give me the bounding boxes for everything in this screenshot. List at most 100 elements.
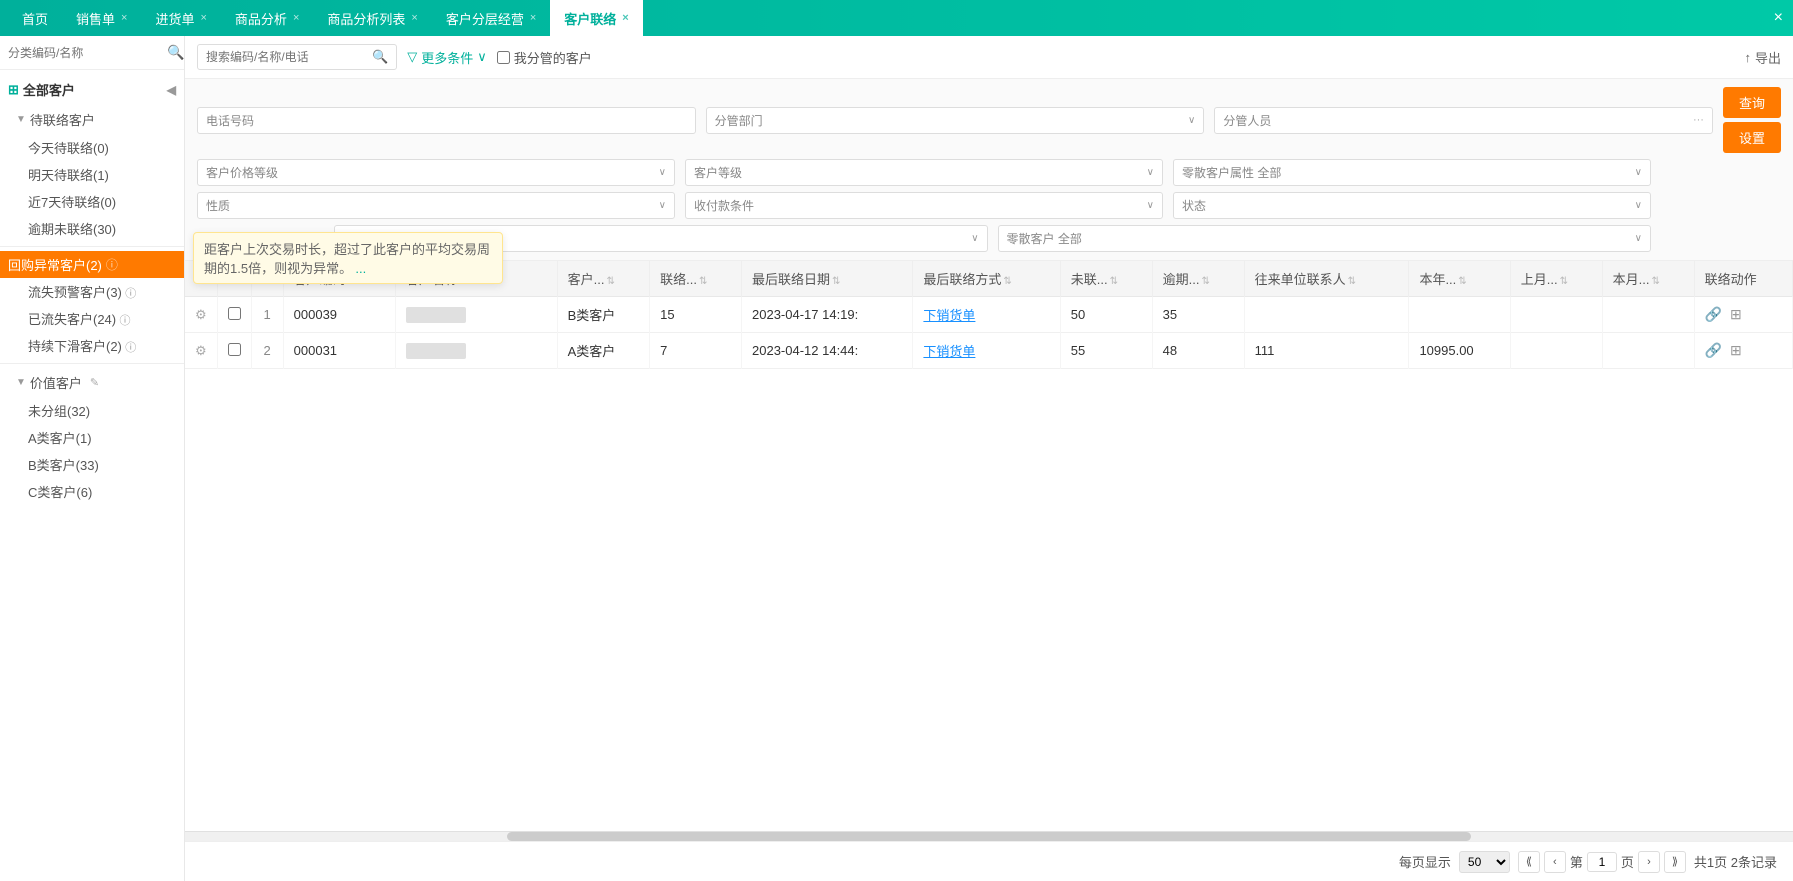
row-contact: 15 xyxy=(650,297,742,333)
set-button[interactable]: 设置 xyxy=(1723,122,1781,153)
sidebar-tree: ⊞ 全部客户 ◀ ▼ 待联络客户 今天待联络(0) 明天待联络(1) 近7天待联… xyxy=(0,70,184,881)
nav-home[interactable]: 首页 xyxy=(8,0,62,36)
sidebar-item-classB[interactable]: B类客户(33) xyxy=(0,451,184,478)
nav-customer-contact[interactable]: 客户联络 × xyxy=(550,0,642,36)
tooltip-more[interactable]: ... xyxy=(355,261,366,276)
row-select-checkbox[interactable] xyxy=(228,343,241,356)
filter-row-2: 客户价格等级 ∨ 客户等级 ∨ 零散客户属性 全部 ∨ xyxy=(197,159,1781,186)
sidebar-group-pending[interactable]: ▼ 待联络客户 xyxy=(0,105,184,134)
chevron-down-icon: ∨ xyxy=(477,49,487,65)
nature-filter[interactable]: 性质 ∨ xyxy=(197,192,675,219)
last-month-column[interactable]: 上月...⇅ xyxy=(1510,261,1602,297)
retail-customer-filter[interactable]: 零散客户 全部 ∨ xyxy=(998,225,1651,252)
last-page-btn[interactable]: ⟫ xyxy=(1664,851,1686,873)
dept-filter[interactable]: 分管部门 ∨ xyxy=(706,107,1205,134)
row-select-checkbox[interactable] xyxy=(228,307,241,320)
sidebar-item-ungrouped[interactable]: 未分组(32) xyxy=(0,397,184,424)
more-conditions-btn[interactable]: ▽ 更多条件 ∨ xyxy=(407,48,487,67)
row-last-method[interactable]: 下销货单 xyxy=(913,297,1060,333)
close-sales-tab[interactable]: × xyxy=(121,12,127,24)
phone-filter[interactable]: 电话号码 xyxy=(197,107,696,134)
horizontal-scrollbar[interactable] xyxy=(185,831,1793,841)
sidebar-item-classA[interactable]: A类客户(1) xyxy=(0,424,184,451)
nav-sales[interactable]: 销售单 × xyxy=(62,0,141,36)
last-month-sort-icon: ⇅ xyxy=(1560,276,1568,287)
close-analysis-tab[interactable]: × xyxy=(293,12,299,24)
customer-level-filter[interactable]: 客户等级 ∨ xyxy=(685,159,1163,186)
person-filter[interactable]: 分管人员 ··· xyxy=(1214,107,1713,134)
info-icon3: ⓘ xyxy=(119,315,130,327)
close-contact-tab[interactable]: × xyxy=(622,12,628,24)
row-checkbox[interactable] xyxy=(217,297,251,333)
type-column[interactable]: 客户...⇅ xyxy=(557,261,649,297)
my-customers-check[interactable] xyxy=(497,51,510,64)
sidebar-item-tomorrow[interactable]: 明天待联络(1) xyxy=(0,161,184,188)
row-contacts xyxy=(1244,297,1409,333)
row-type: B类客户 xyxy=(557,297,649,333)
sidebar-item-churn-warning[interactable]: 流失预警客户(3) ⓘ xyxy=(0,278,184,305)
global-close-button[interactable]: × xyxy=(1774,9,1783,27)
price-level-filter[interactable]: 客户价格等级 ∨ xyxy=(197,159,675,186)
row-last-method[interactable]: 下销货单 xyxy=(913,333,1060,369)
person-more[interactable]: ··· xyxy=(1693,114,1704,126)
sidebar-item-declining[interactable]: 持续下滑客户(2) ⓘ xyxy=(0,332,184,359)
this-year-column[interactable]: 本年...⇅ xyxy=(1409,261,1510,297)
nav-analysis[interactable]: 商品分析 × xyxy=(221,0,313,36)
this-month-column[interactable]: 本月...⇅ xyxy=(1602,261,1694,297)
search-box[interactable]: 🔍 xyxy=(197,44,397,70)
action-grid-icon[interactable]: ⊞ xyxy=(1730,306,1742,323)
edit-icon[interactable]: ✎ xyxy=(90,376,99,389)
sidebar-item-today[interactable]: 今天待联络(0) xyxy=(0,134,184,161)
contacts-column[interactable]: 往来单位联系人⇅ xyxy=(1244,261,1409,297)
sidebar-item-churned[interactable]: 已流失客户(24) ⓘ xyxy=(0,305,184,332)
action-link-icon[interactable]: 🔗 xyxy=(1705,342,1722,359)
next-page-btn[interactable]: › xyxy=(1638,851,1660,873)
search-input[interactable] xyxy=(206,50,366,64)
scrollbar-thumb[interactable] xyxy=(507,832,1472,841)
overdue-column[interactable]: 逾期...⇅ xyxy=(1152,261,1244,297)
first-page-btn[interactable]: ⟪ xyxy=(1518,851,1540,873)
sidebar-search-input[interactable] xyxy=(8,46,163,60)
sidebar-item-overdue[interactable]: 逾期未联络(30) xyxy=(0,215,184,242)
nav-customer-segment[interactable]: 客户分层经营 × xyxy=(432,0,550,36)
collapse-icon[interactable]: ◀ xyxy=(167,83,176,97)
uncontacted-column[interactable]: 未联...⇅ xyxy=(1060,261,1152,297)
sidebar-item-classC[interactable]: C类客户(6) xyxy=(0,478,184,505)
per-page-select[interactable]: 50 100 200 xyxy=(1459,851,1510,873)
status-filter[interactable]: 状态 ∨ xyxy=(1173,192,1651,219)
payment-filter[interactable]: 收付款条件 ∨ xyxy=(685,192,1163,219)
last-date-column[interactable]: 最后联络日期⇅ xyxy=(742,261,913,297)
close-purchase-tab[interactable]: × xyxy=(200,12,206,24)
prev-page-btn[interactable]: ‹ xyxy=(1544,851,1566,873)
nature-label: 性质 xyxy=(206,197,230,214)
retail-attr-filter[interactable]: 零散客户属性 全部 ∨ xyxy=(1173,159,1651,186)
nature-chevron: ∨ xyxy=(659,200,666,211)
query-button[interactable]: 查询 xyxy=(1723,87,1781,118)
sidebar-search-icon[interactable]: 🔍 xyxy=(167,44,184,61)
this-year-sort-icon: ⇅ xyxy=(1458,276,1466,287)
sidebar-all-customers[interactable]: ⊞ 全部客户 ◀ xyxy=(0,74,184,105)
row-checkbox[interactable] xyxy=(217,333,251,369)
export-button[interactable]: ↑ 导出 xyxy=(1744,48,1781,67)
close-analysis-list-tab[interactable]: × xyxy=(411,12,417,24)
contact-column[interactable]: 联络...⇅ xyxy=(650,261,742,297)
sidebar-item-7days[interactable]: 近7天待联络(0) xyxy=(0,188,184,215)
close-segment-tab[interactable]: × xyxy=(530,12,536,24)
pagination: 每页显示 50 100 200 ⟪ ‹ 第 页 › ⟫ 共1页 2条记录 xyxy=(185,841,1793,881)
row-last-month xyxy=(1510,333,1602,369)
row-contacts: 111 xyxy=(1244,333,1409,369)
action-grid-icon[interactable]: ⊞ xyxy=(1730,342,1742,359)
last-method-column[interactable]: 最后联络方式⇅ xyxy=(913,261,1060,297)
page-nav: ⟪ ‹ 第 页 › ⟫ xyxy=(1518,851,1686,873)
pending-contact-label: 待联络客户 xyxy=(30,110,95,129)
uncontacted-sort-icon: ⇅ xyxy=(1110,276,1118,287)
search-icon[interactable]: 🔍 xyxy=(372,49,388,65)
overdue-sort-icon: ⇅ xyxy=(1202,276,1210,287)
page-input[interactable] xyxy=(1587,852,1617,872)
sidebar-item-abnormal[interactable]: 回购异常客户(2) ⓘ xyxy=(0,251,184,278)
action-link-icon[interactable]: 🔗 xyxy=(1705,306,1722,323)
my-customers-checkbox[interactable]: 我分管的客户 xyxy=(497,48,592,67)
nav-purchase[interactable]: 进货单 × xyxy=(141,0,220,36)
sidebar-group-value[interactable]: ▼ 价值客户 ✎ xyxy=(0,368,184,397)
nav-analysis-list[interactable]: 商品分析列表 × xyxy=(313,0,431,36)
